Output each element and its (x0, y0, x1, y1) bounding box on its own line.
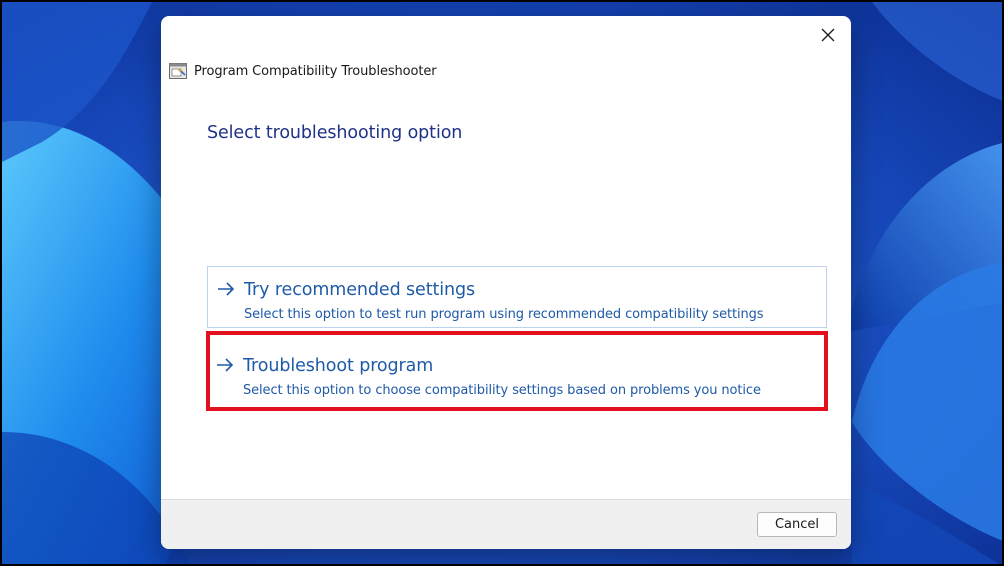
option-title: Troubleshoot program (243, 356, 434, 376)
troubleshooter-app-icon (169, 63, 187, 79)
page-heading: Select troubleshooting option (207, 123, 463, 143)
option-try-recommended-settings[interactable]: Try recommended settings Select this opt… (207, 266, 827, 328)
close-icon (821, 28, 835, 42)
option-description: Select this option to test run program u… (244, 307, 764, 322)
option-description: Select this option to choose compatibili… (243, 383, 761, 398)
close-button[interactable] (811, 22, 845, 48)
option-title: Try recommended settings (244, 280, 476, 300)
troubleshooter-dialog: Program Compatibility Troubleshooter Sel… (161, 16, 851, 549)
window-title-bar: Program Compatibility Troubleshooter (169, 62, 437, 80)
dialog-footer: Cancel (161, 499, 851, 549)
window-title: Program Compatibility Troubleshooter (194, 63, 437, 79)
desktop: Program Compatibility Troubleshooter Sel… (0, 0, 1004, 566)
arrow-right-icon (217, 358, 234, 372)
cancel-button[interactable]: Cancel (757, 512, 837, 537)
option-troubleshoot-program[interactable]: Troubleshoot program Select this option … (206, 331, 828, 411)
arrow-right-icon (218, 282, 235, 296)
